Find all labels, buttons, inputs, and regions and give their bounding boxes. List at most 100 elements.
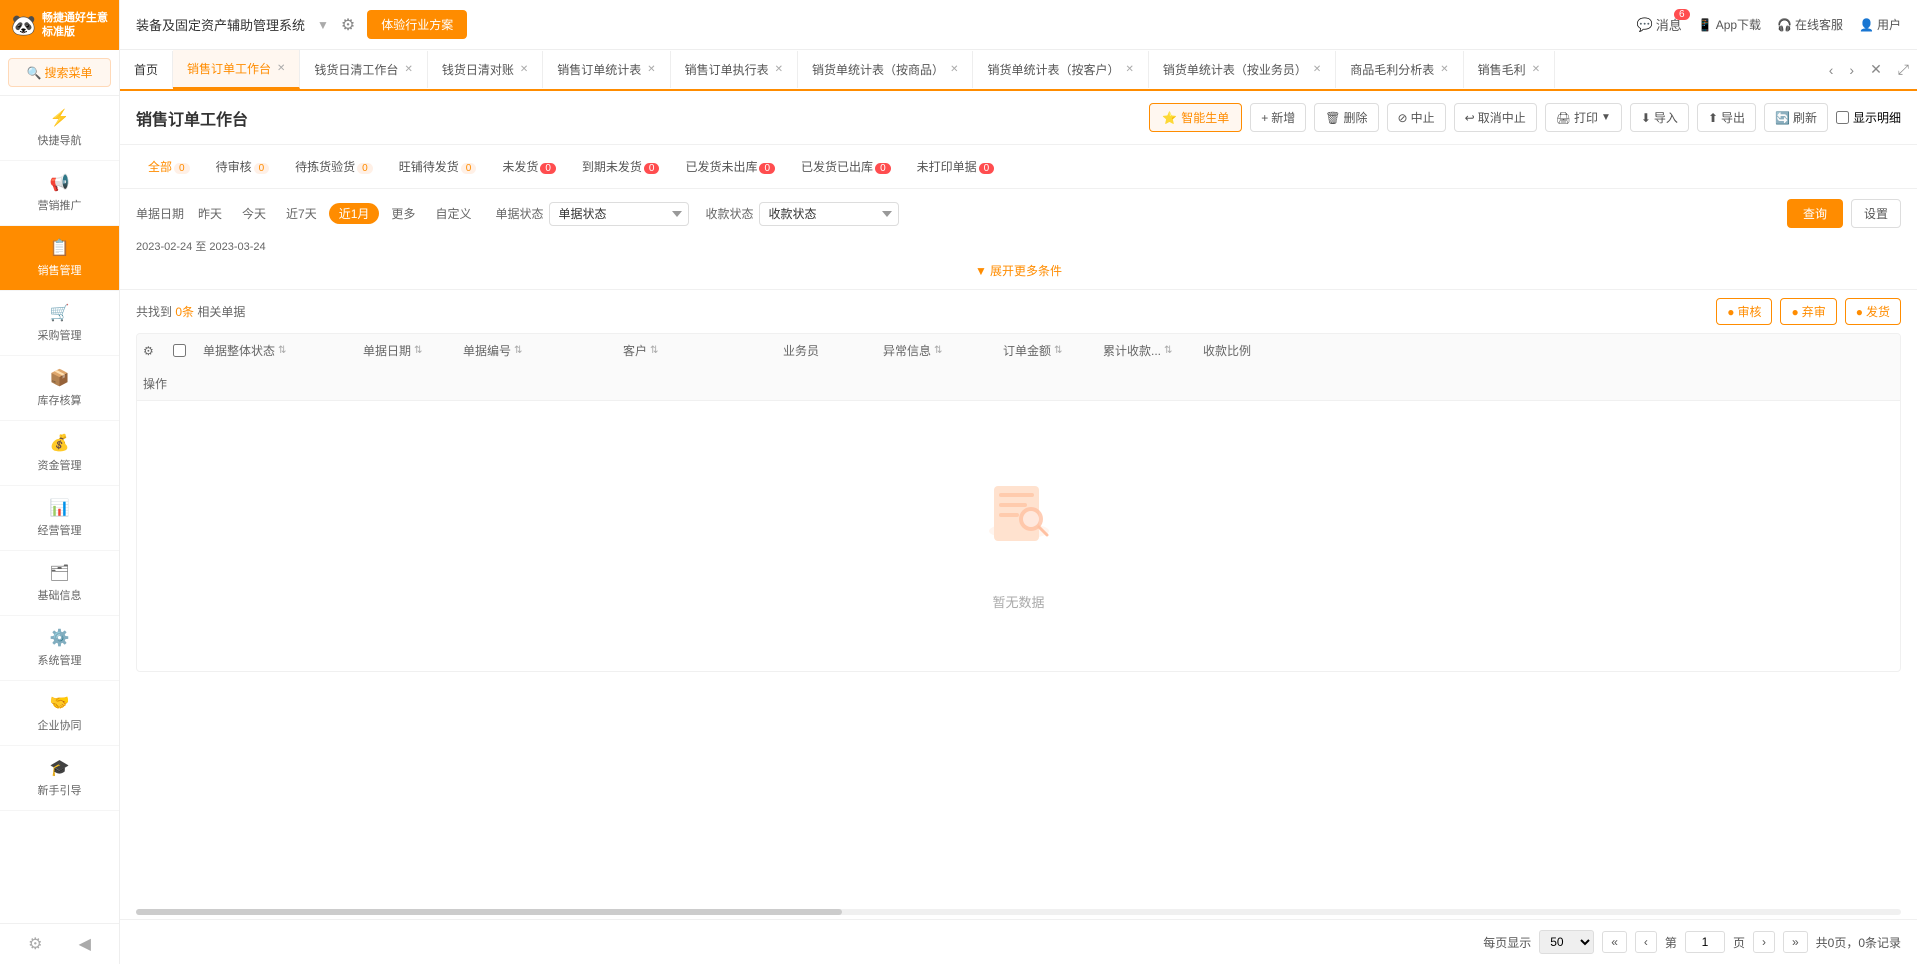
cancel-stop-button[interactable]: ↩ 取消中止 [1454,103,1537,132]
tab-close-gross-margin[interactable]: ✕ [1440,64,1448,75]
subtab-not-shipped[interactable]: 未发货0 [490,153,568,180]
tab-close-all-button[interactable]: ✕ [1862,51,1890,88]
expand-filters-button[interactable]: ▼ 展开更多条件 [975,262,1062,279]
tab-close-sales-workbench[interactable]: ✕ [277,63,285,74]
tab-close-sales-exec[interactable]: ✕ [775,64,783,75]
subtab-shipped-not-out[interactable]: 已发货未出库0 [673,153,787,180]
add-button[interactable]: + 新增 [1250,103,1306,132]
date-yesterday-button[interactable]: 昨天 [190,203,230,224]
tab-close-sales-summary-staff[interactable]: ✕ [1313,64,1321,75]
sort-collected-icon[interactable]: ⇅ [1164,345,1172,356]
horizontal-scrollbar[interactable] [120,905,1917,919]
sidebar-item-finance[interactable]: 💰 资金管理 [0,421,119,486]
tab-scroll-right-button[interactable]: › [1841,52,1862,88]
sidebar-item-operations[interactable]: 📊 经营管理 [0,486,119,551]
sort-amount-icon[interactable]: ⇅ [1054,345,1062,356]
current-page-input[interactable] [1685,931,1725,953]
sidebar-item-purchase[interactable]: 🛒 采购管理 [0,291,119,356]
th-checkbox[interactable] [167,334,197,367]
sidebar-item-quicknav[interactable]: ⚡ 快捷导航 [0,96,119,161]
sort-status-icon[interactable]: ⇅ [278,345,286,356]
total-records-text: 共0页，0条记录 [1816,934,1901,951]
tab-sales-exec[interactable]: 销售订单执行表 ✕ [671,51,798,88]
tab-sales-workbench[interactable]: 销售订单工作台 ✕ [173,50,300,89]
sort-number-icon[interactable]: ⇅ [514,345,522,356]
sidebar-item-enterprise[interactable]: 🤝 企业协同 [0,681,119,746]
stop-button[interactable]: ⊘ 中止 [1387,103,1446,132]
online-service-button[interactable]: 🎧 在线客服 [1777,16,1843,33]
show-detail-checkbox[interactable]: 显示明细 [1836,109,1901,126]
date-today-button[interactable]: 今天 [234,203,274,224]
date-1month-button[interactable]: 近1月 [329,203,380,224]
tab-cash-reconcile[interactable]: 钱货日清对账 ✕ [428,51,543,88]
settings-button[interactable]: 设置 [1851,199,1901,228]
subtab-pending-check[interactable]: 待拣货验货0 [283,153,385,180]
message-button[interactable]: 💬 消息 6 [1637,15,1682,34]
tab-sales-summary-product[interactable]: 销货单统计表（按商品） ✕ [798,51,973,88]
subtab-shipped-out[interactable]: 已发货已出库0 [789,153,903,180]
tab-close-cash-reconcile[interactable]: ✕ [520,64,528,75]
date-custom-button[interactable]: 自定义 [427,203,479,224]
import-button[interactable]: ⬇ 导入 [1630,103,1689,132]
topbar-settings-icon[interactable]: ⚙ [341,15,355,35]
subtab-overdue-unshipped[interactable]: 到期未发货0 [570,153,672,180]
next-page-button[interactable]: › [1753,931,1775,953]
smart-create-button[interactable]: ⭐ 智能生单 [1149,103,1242,132]
date-7days-button[interactable]: 近7天 [278,203,325,224]
tab-home[interactable]: 首页 [120,51,173,88]
sort-exception-icon[interactable]: ⇅ [934,345,942,356]
show-detail-input[interactable] [1836,111,1849,124]
filter-row-1: 单据日期 昨天 今天 近7天 近1月 更多 自定义 单据状态 [136,199,1901,228]
dot-icon: ● [1856,305,1863,319]
tab-gross-margin[interactable]: 商品毛利分析表 ✕ [1336,51,1463,88]
prev-page-button[interactable]: ‹ [1635,931,1657,953]
sidebar-item-sales[interactable]: 📋 销售管理 [0,226,119,291]
batch-uncheck-button[interactable]: ● 弃审 [1780,298,1836,325]
select-all-checkbox[interactable] [173,344,186,357]
page-size-select[interactable]: 50 10 20 100 [1539,930,1594,954]
last-page-button[interactable]: » [1783,931,1808,953]
app-download-button[interactable]: 📱 App下载 [1698,16,1761,33]
tab-sales-summary-customer[interactable]: 销货单统计表（按客户） ✕ [973,51,1148,88]
sort-customer-icon[interactable]: ⇅ [650,345,658,356]
refresh-button[interactable]: 🔄 刷新 [1764,103,1828,132]
industry-solution-button[interactable]: 体验行业方案 [367,10,467,39]
tab-close-sales-gross[interactable]: ✕ [1532,64,1540,75]
first-page-button[interactable]: « [1602,931,1627,953]
batch-ship-button[interactable]: ● 发货 [1845,298,1901,325]
user-menu-button[interactable]: 👤 用户 [1859,16,1901,33]
payment-select[interactable]: 收款状态 [759,202,899,226]
sidebar-item-system[interactable]: ⚙️ 系统管理 [0,616,119,681]
tab-close-sales-summary-customer[interactable]: ✕ [1125,64,1133,75]
tab-sales-summary-staff[interactable]: 销货单统计表（按业务员） ✕ [1149,51,1336,88]
sort-date-icon[interactable]: ⇅ [414,345,422,356]
tab-maximize-button[interactable]: ⤢ [1890,51,1917,88]
batch-review-button[interactable]: ● 审核 [1716,298,1772,325]
tab-cash-daily[interactable]: 钱货日清工作台 ✕ [300,51,427,88]
sidebar-item-basic[interactable]: 🗂 基础信息 [0,551,119,616]
sidebar-item-marketing[interactable]: 📢 营销推广 [0,161,119,226]
tab-scroll-left-button[interactable]: ‹ [1821,52,1842,88]
date-more-button[interactable]: 更多 [383,203,423,224]
delete-button[interactable]: 🗑 删除 [1314,103,1378,132]
subtab-all[interactable]: 全部0 [136,153,202,180]
status-select[interactable]: 单据状态 [549,202,689,226]
subtab-pending-review[interactable]: 待审核0 [204,153,282,180]
query-button[interactable]: 查询 [1787,199,1843,228]
print-button[interactable]: 🖨 打印 ▼ [1545,103,1622,132]
export-button[interactable]: ⬆ 导出 [1697,103,1756,132]
tab-sales-gross[interactable]: 销售毛利 ✕ [1464,51,1555,88]
sidebar-item-inventory[interactable]: 📦 库存核算 [0,356,119,421]
tab-close-sales-stats[interactable]: ✕ [647,64,655,75]
tab-close-cash-daily[interactable]: ✕ [404,64,412,75]
tab-close-sales-summary-product[interactable]: ✕ [950,64,958,75]
search-menu-button[interactable]: 🔍 搜索菜单 [8,58,111,87]
subtab-wangpu[interactable]: 旺铺待发货0 [387,153,489,180]
scrollbar-thumb[interactable] [136,909,842,915]
th-settings[interactable]: ⚙ [137,334,167,367]
sidebar-settings-button[interactable]: ⚙ [28,934,42,954]
sidebar-item-guide[interactable]: 🎓 新手引导 [0,746,119,811]
tab-sales-stats[interactable]: 销售订单统计表 ✕ [543,51,670,88]
sidebar-collapse-button[interactable]: ◀ [79,934,91,954]
subtab-unprinted[interactable]: 未打印单据0 [905,153,1007,180]
